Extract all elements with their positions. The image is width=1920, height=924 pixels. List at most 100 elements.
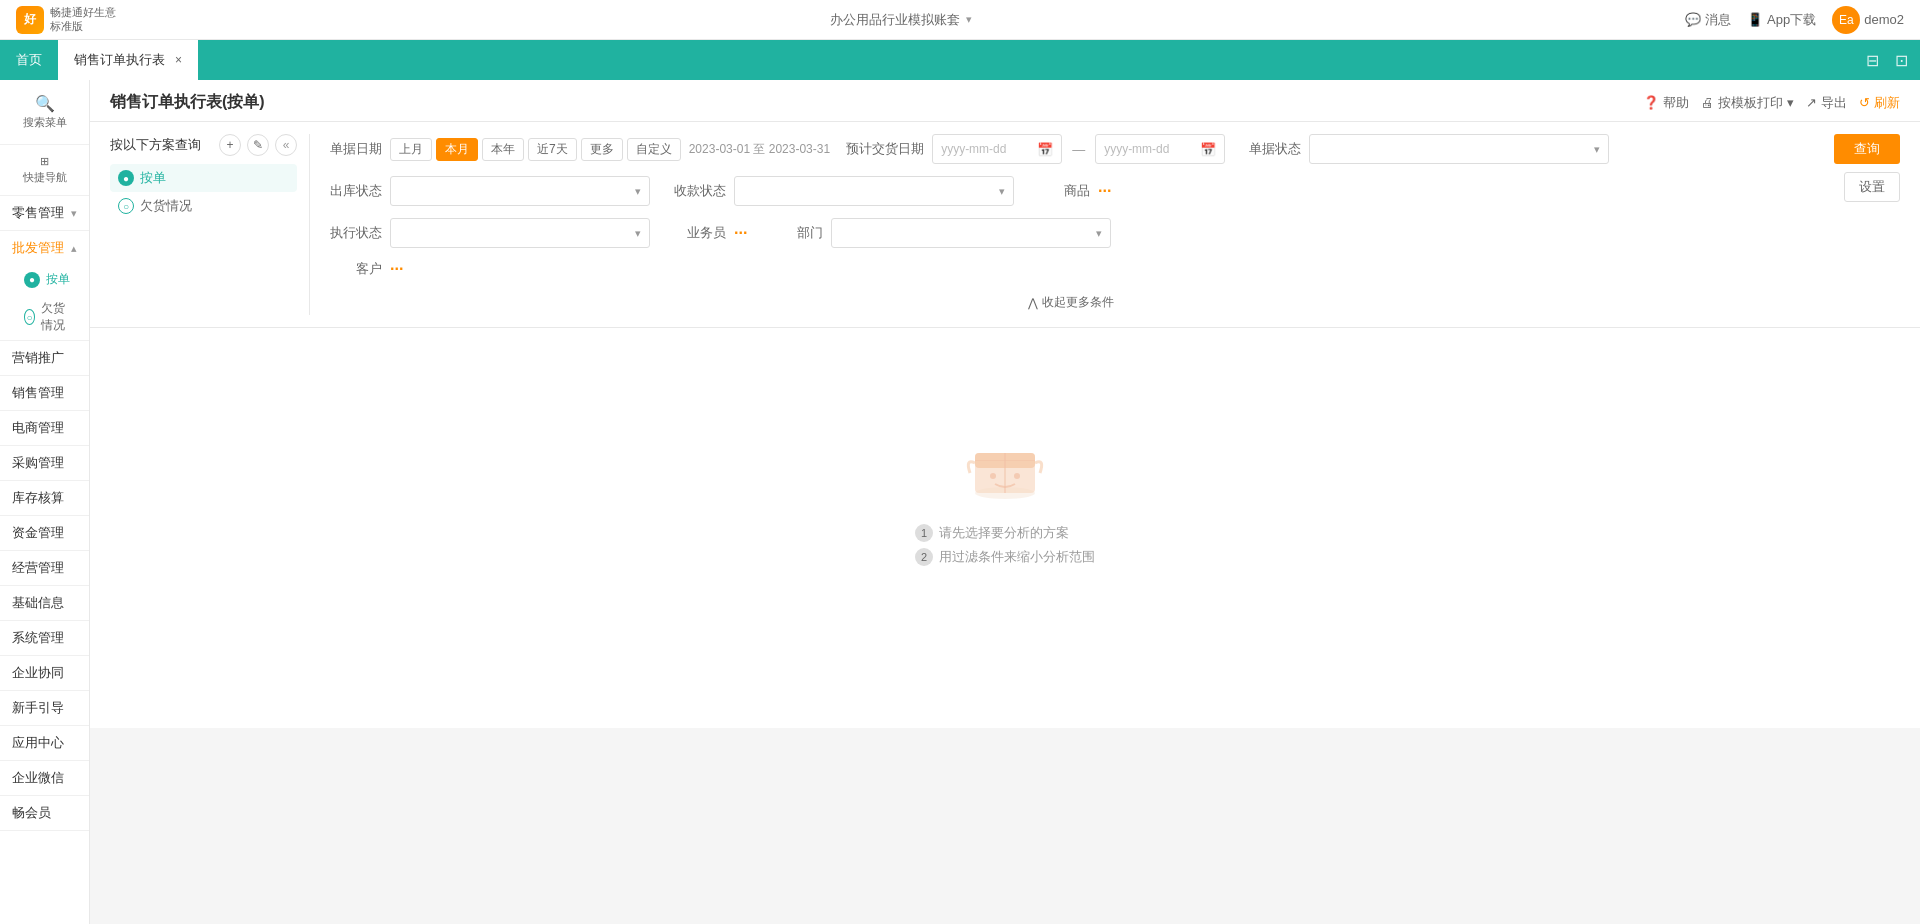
quick-nav-button[interactable]: ⊞ 快捷导航: [0, 149, 89, 191]
sidebar-item-retail[interactable]: 零售管理 ▾: [0, 196, 89, 230]
chevron-up-icon: ▴: [71, 242, 77, 255]
edit-scheme-button[interactable]: ✎: [247, 134, 269, 156]
page-header: 销售订单执行表(按单) ❓ 帮助 🖨 按模板打印 ▾ ↗ 导出 ↺ 刷新: [90, 80, 1920, 122]
tab-bar: 首页 销售订单执行表 × ⊟ ⊡: [0, 40, 1920, 80]
sidebar-retail-section: 零售管理 ▾: [0, 196, 89, 231]
dept-arrow-icon: ▾: [1096, 227, 1102, 240]
add-scheme-button[interactable]: +: [219, 134, 241, 156]
tab-active[interactable]: 销售订单执行表 ×: [58, 40, 198, 80]
grid-icon: ⊞: [40, 155, 49, 168]
customer-picker-button[interactable]: ···: [390, 260, 403, 278]
filter-row-2: 出库状态 ▾ 收款状态: [322, 176, 1820, 206]
date-btn-current-month[interactable]: 本月: [436, 138, 478, 161]
search-menu-button[interactable]: 🔍 搜索菜单: [0, 88, 89, 136]
sidebar-item-sales[interactable]: 销售管理: [0, 376, 89, 410]
top-bar-right: 💬 消息 📱 App下载 Ea demo2: [1685, 6, 1904, 34]
collect-status-label: 收款状态: [666, 182, 726, 200]
expected-date-start[interactable]: yyyy-mm-dd 📅: [932, 134, 1062, 164]
salesperson-picker-button[interactable]: ···: [734, 224, 747, 242]
search-icon: 🔍: [35, 94, 55, 113]
date-btn-current-year[interactable]: 本年: [482, 138, 524, 161]
scheme-item-shortage[interactable]: ○ 欠货情况: [110, 192, 297, 220]
sidebar-sub-item-order[interactable]: ● 按单: [0, 265, 89, 294]
tab-minimize-icon[interactable]: ⊟: [1862, 47, 1883, 74]
query-button[interactable]: 查询: [1834, 134, 1900, 164]
help-button[interactable]: ❓ 帮助: [1643, 94, 1689, 112]
content-area: 销售订单执行表(按单) ❓ 帮助 🖨 按模板打印 ▾ ↗ 导出 ↺ 刷新: [90, 80, 1920, 924]
sidebar-item-system[interactable]: 系统管理: [0, 621, 89, 655]
sidebar-item-enterprise[interactable]: 企业协同: [0, 656, 89, 690]
sidebar-item-purchase[interactable]: 采购管理: [0, 446, 89, 480]
expected-date-label: 预计交货日期: [846, 140, 924, 158]
center-dropdown-icon[interactable]: ▾: [966, 13, 972, 26]
active-dot-icon: ●: [24, 272, 40, 288]
date-btn-7days[interactable]: 近7天: [528, 138, 577, 161]
tab-close-icon[interactable]: ×: [175, 53, 182, 67]
print-button[interactable]: 🖨 按模板打印 ▾: [1701, 94, 1794, 112]
collapse-row: ⋀ 收起更多条件: [322, 290, 1820, 315]
filter-action-buttons: 查询 设置: [1820, 134, 1900, 202]
sidebar-item-operations[interactable]: 经营管理: [0, 551, 89, 585]
refresh-button[interactable]: ↺ 刷新: [1859, 94, 1900, 112]
sidebar-marketing-section: 营销推广: [0, 341, 89, 376]
collapse-scheme-button[interactable]: «: [275, 134, 297, 156]
sidebar-item-marketing[interactable]: 营销推广: [0, 341, 89, 375]
sidebar-nav-section: ⊞ 快捷导航: [0, 145, 89, 196]
sidebar-app-section: 应用中心: [0, 726, 89, 761]
date-btn-more[interactable]: 更多: [581, 138, 623, 161]
export-button[interactable]: ↗ 导出: [1806, 94, 1847, 112]
tab-home[interactable]: 首页: [0, 40, 58, 80]
goods-label: 商品: [1030, 182, 1090, 200]
logo-text: 畅捷通好生意 标准版: [50, 6, 116, 32]
tab-expand-icon[interactable]: ⊡: [1891, 47, 1912, 74]
date-btn-custom[interactable]: 自定义: [627, 138, 681, 161]
sidebar-basic-section: 基础信息: [0, 586, 89, 621]
filter-row-3: 执行状态 ▾ 业务员 ··· 部门: [322, 218, 1820, 248]
filter-group-date: 单据日期 上月 本月 本年 近7天 更多 自定义 2023-03-01 至 20…: [322, 138, 830, 161]
customer-label: 客户: [322, 260, 382, 278]
scheme-item-order[interactable]: ● 按单: [110, 164, 297, 192]
sidebar-item-app[interactable]: 应用中心: [0, 726, 89, 760]
logo-icon: 好: [16, 6, 44, 34]
settings-button[interactable]: 设置: [1844, 172, 1900, 202]
date-label: 单据日期: [322, 140, 382, 158]
message-button[interactable]: 💬 消息: [1685, 11, 1731, 29]
sidebar-item-newbie[interactable]: 新手引导: [0, 691, 89, 725]
export-icon: ↗: [1806, 95, 1817, 110]
date-btn-last-month[interactable]: 上月: [390, 138, 432, 161]
expected-date-end[interactable]: yyyy-mm-dd 📅: [1095, 134, 1225, 164]
sidebar-newbie-section: 新手引导: [0, 691, 89, 726]
user-menu[interactable]: Ea demo2: [1832, 6, 1904, 34]
sidebar-item-finance[interactable]: 资金管理: [0, 516, 89, 550]
goods-picker-button[interactable]: ···: [1098, 182, 1111, 200]
app-download-button[interactable]: 📱 App下载: [1747, 11, 1816, 29]
print-dropdown-icon[interactable]: ▾: [1787, 95, 1794, 110]
content-body: 1 请先选择要分析的方案 2 用过滤条件来缩小分析范围: [90, 328, 1920, 728]
top-bar-left: 好 畅捷通好生意 标准版: [16, 6, 116, 34]
sidebar-item-wholesale[interactable]: 批发管理 ▴: [0, 231, 89, 265]
filter-group-goods: 商品 ···: [1030, 182, 1111, 200]
out-status-select[interactable]: ▾: [390, 176, 650, 206]
sidebar-item-inventory[interactable]: 库存核算: [0, 481, 89, 515]
refresh-icon: ↺: [1859, 95, 1870, 110]
scheme-active-icon: ●: [118, 170, 134, 186]
sidebar-sales-section: 销售管理: [0, 376, 89, 411]
print-icon: 🖨: [1701, 95, 1714, 110]
sidebar-item-basic[interactable]: 基础信息: [0, 586, 89, 620]
sidebar-wholesale-section: 批发管理 ▴ ● 按单 ○ 欠货情况: [0, 231, 89, 341]
sidebar-item-member[interactable]: 畅会员: [0, 796, 89, 830]
top-bar: 好 畅捷通好生意 标准版 办公用品行业模拟账套 ▾ 💬 消息 📱 App下载 E…: [0, 0, 1920, 40]
collapse-button[interactable]: ⋀ 收起更多条件: [1028, 294, 1114, 311]
doc-status-select[interactable]: ▾: [1309, 134, 1609, 164]
sidebar-item-wechat[interactable]: 企业微信: [0, 761, 89, 795]
dept-select[interactable]: ▾: [831, 218, 1111, 248]
filter-panel: 按以下方案查询 + ✎ « ● 按单 ○ 欠货情况: [90, 122, 1920, 328]
exec-status-select[interactable]: ▾: [390, 218, 650, 248]
sidebar-sub-item-backorder[interactable]: ○ 欠货情况: [0, 294, 89, 340]
collect-status-select[interactable]: ▾: [734, 176, 1014, 206]
top-bar-center[interactable]: 办公用品行业模拟账套 ▾: [830, 11, 972, 29]
sidebar-item-ecommerce[interactable]: 电商管理: [0, 411, 89, 445]
avatar: Ea: [1832, 6, 1860, 34]
collect-status-arrow-icon: ▾: [999, 185, 1005, 198]
main-layout: 🔍 搜索菜单 ⊞ 快捷导航 零售管理 ▾ 批发管理 ▴ ● 按单: [0, 80, 1920, 924]
